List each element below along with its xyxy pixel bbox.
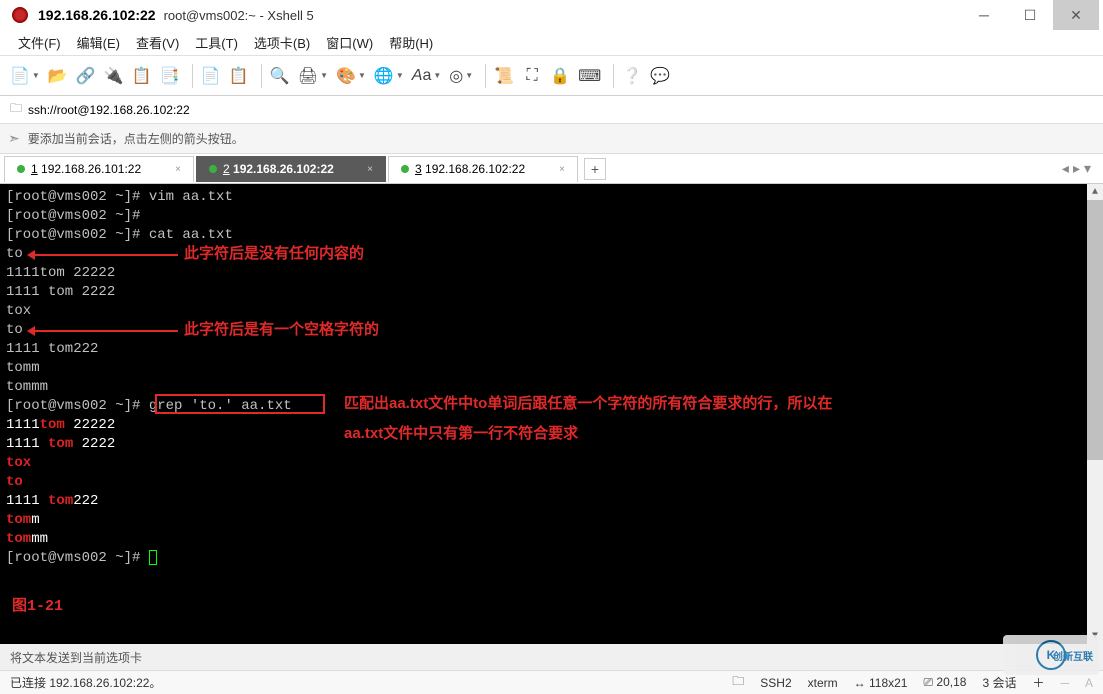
status-protocol: SSH2 [760, 676, 791, 690]
pin-icon[interactable]: ➣ [8, 130, 20, 147]
scroll-up-icon[interactable]: ▲ [1087, 184, 1103, 200]
status-dot-icon [401, 165, 409, 173]
status-size: 118x21 [869, 676, 907, 690]
toolbar: 📄▼ 📂 🔗 🔌 📋 📑 📄 📋 🔍 🖨▼ 🎨▼ 🌐▼ Aa▼ ◎▼ 📜 ⛶ 🔒… [0, 56, 1103, 96]
window-title-host: 192.168.26.102:22 [38, 7, 156, 23]
terminal[interactable]: [root@vms002 ~]# vim aa.txt [root@vms002… [0, 184, 1103, 644]
color-button[interactable]: 🎨▼ [332, 60, 370, 92]
figure-label: 图1-21 [12, 597, 63, 616]
title-bar: 192.168.26.102:22 root@vms002:~ - Xshell… [0, 0, 1103, 30]
tab-add-button[interactable]: + [584, 158, 606, 180]
tab-close-icon[interactable]: × [175, 164, 181, 175]
properties-button[interactable]: 📑 [156, 60, 184, 92]
address-url[interactable]: ssh://root@192.168.26.102:22 [28, 103, 190, 117]
menu-file[interactable]: 文件(F) [12, 31, 67, 54]
find-button[interactable]: 🔍 [266, 60, 294, 92]
tab-close-icon[interactable]: × [367, 164, 373, 175]
separator-icon [192, 64, 193, 88]
watermark-logo: K 创新互联 [1003, 635, 1099, 675]
tab-session-1[interactable]: 1 192.168.26.101:22 × [4, 156, 194, 182]
annotation-2: 此字符后是有一个空格字符的 [184, 320, 379, 339]
copy-button[interactable]: 📄 [197, 60, 225, 92]
tab-session-3[interactable]: 3 192.168.26.102:22 × [388, 156, 578, 182]
menu-tabs[interactable]: 选项卡(B) [248, 31, 316, 54]
annotation-3b: aa.txt文件中只有第一行不符合要求 [344, 424, 578, 443]
status-pos-icon: ⎚ [923, 675, 936, 689]
script-button[interactable]: 📜 [490, 60, 518, 92]
status-termtype: xterm [808, 676, 838, 690]
status-size-icon: ↔ [854, 676, 869, 690]
window-title-app: root@vms002:~ - Xshell 5 [164, 8, 314, 23]
status-connection: 已连接 192.168.26.102:22。 [10, 674, 161, 691]
tab-close-icon[interactable]: × [559, 164, 565, 175]
print-button[interactable]: 🖨▼ [294, 60, 332, 92]
menu-help[interactable]: 帮助(H) [383, 31, 439, 54]
status-bar: 已连接 192.168.26.102:22。 🗀 SSH2 xterm ↔ 11… [0, 670, 1103, 694]
info-text: 要添加当前会话，点击左侧的箭头按钮。 [28, 130, 244, 147]
font-button[interactable]: Aa▼ [408, 60, 446, 92]
tab-prev-icon[interactable]: ◂ [1062, 160, 1069, 177]
globe-button[interactable]: 🌐▼ [370, 60, 408, 92]
app-icon [12, 7, 28, 23]
status-caps: A [1085, 676, 1093, 690]
minimize-button[interactable]: ─ [961, 0, 1007, 30]
lock-button[interactable]: 🔒 [546, 60, 574, 92]
scroll-thumb[interactable] [1087, 200, 1103, 460]
separator-icon [261, 64, 262, 88]
separator-icon [613, 64, 614, 88]
address-bar: 🗀 ssh://root@192.168.26.102:22 [0, 96, 1103, 124]
fullscreen-button[interactable]: ⛶ [518, 60, 546, 92]
highlight-box [155, 394, 325, 414]
arrow-icon [30, 330, 178, 332]
cursor-icon [149, 550, 157, 565]
lock-icon: 🗀 [10, 99, 22, 120]
open-button[interactable]: 📂 [44, 60, 72, 92]
menu-bar: 文件(F) 编辑(E) 查看(V) 工具(T) 选项卡(B) 窗口(W) 帮助(… [0, 30, 1103, 56]
new-session-button[interactable]: 📄▼ [6, 60, 44, 92]
connect-button[interactable]: 🔗 [72, 60, 100, 92]
menu-tools[interactable]: 工具(T) [189, 31, 244, 54]
arrow-icon [30, 254, 178, 256]
transfer-button[interactable]: 📋 [128, 60, 156, 92]
feedback-button[interactable]: 💬 [646, 60, 674, 92]
tab-next-icon[interactable]: ▸ [1073, 160, 1080, 177]
menu-window[interactable]: 窗口(W) [320, 31, 379, 54]
status-dot-icon [17, 165, 25, 173]
keyboard-button[interactable]: ⌨ [574, 60, 605, 92]
paste-button[interactable]: 📋 [225, 60, 253, 92]
status-lock-icon: 🗀 [732, 672, 744, 693]
maximize-button[interactable]: ☐ [1007, 0, 1053, 30]
encoding-button[interactable]: ◎▼ [445, 60, 477, 92]
status-add-icon[interactable]: ＋ [1032, 674, 1044, 691]
menu-view[interactable]: 查看(V) [130, 31, 185, 54]
compose-bar[interactable]: 将文本发送到当前选项卡 [0, 644, 1103, 670]
tab-session-2[interactable]: 2 192.168.26.102:22 × [196, 156, 386, 182]
help-button[interactable]: ❔ [618, 60, 646, 92]
status-position: 20,18 [936, 675, 966, 689]
annotation-1: 此字符后是没有任何内容的 [184, 244, 364, 263]
close-button[interactable]: ✕ [1053, 0, 1099, 30]
separator-icon [485, 64, 486, 88]
annotation-3a: 匹配出aa.txt文件中to单词后跟任意一个字符的所有符合要求的行，所以在 [344, 394, 832, 413]
scrollbar[interactable]: ▲ ▼ [1087, 184, 1103, 644]
status-sessions: 3 会话 [982, 674, 1016, 691]
status-dot-icon [209, 165, 217, 173]
info-bar: ➣ 要添加当前会话，点击左侧的箭头按钮。 [0, 124, 1103, 154]
compose-placeholder: 将文本发送到当前选项卡 [10, 649, 142, 666]
reconnect-button[interactable]: 🔌 [100, 60, 128, 92]
menu-edit[interactable]: 编辑(E) [71, 31, 126, 54]
tab-list-icon[interactable]: ▾ [1084, 160, 1091, 177]
session-tabs: 1 192.168.26.101:22 × 2 192.168.26.102:2… [0, 154, 1103, 184]
